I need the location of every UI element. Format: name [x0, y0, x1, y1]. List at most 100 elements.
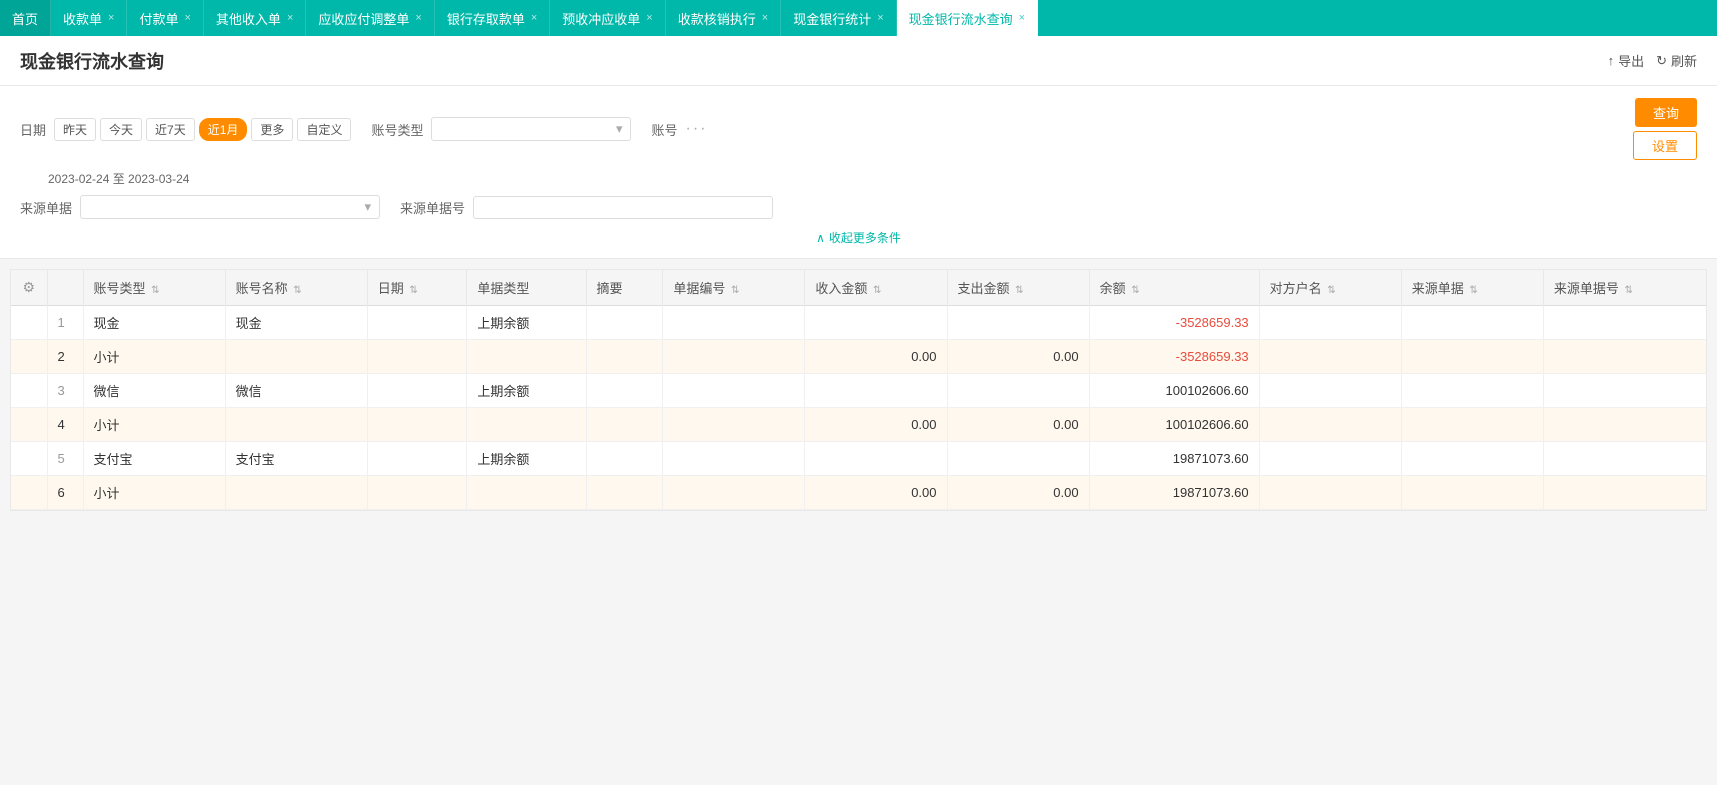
source-doc-no-input[interactable]	[473, 196, 773, 219]
data-table: ⚙ 账号类型 ⇅ 账号名称 ⇅ 日期 ⇅ 单据类型	[11, 270, 1706, 510]
close-icon[interactable]: ×	[762, 12, 768, 24]
nav-item-receipt[interactable]: 收款单×	[51, 0, 127, 36]
account-type-label: 账号类型	[371, 120, 423, 139]
row-balance: -3528659.33	[1089, 306, 1259, 340]
date-btn-custom[interactable]: 自定义	[297, 118, 351, 141]
row-doc-type: 上期余额	[467, 442, 586, 476]
table-row: 2 小计 0.00 0.00 -3528659.33	[11, 340, 1706, 374]
row-counterpart	[1259, 306, 1401, 340]
close-icon[interactable]: ×	[415, 12, 421, 24]
nav-item-collect-exec[interactable]: 收款核销执行×	[666, 0, 781, 36]
table-body: 1 现金 现金 上期余额 -3528659.33 2 小计 0.00 0.00 …	[11, 306, 1706, 510]
row-gear	[11, 476, 47, 510]
nav-item-cash-bank-stat[interactable]: 现金银行统计×	[781, 0, 896, 36]
th-summary-label: 摘要	[597, 281, 623, 296]
sort-icon-income: ⇅	[873, 285, 881, 296]
row-summary	[586, 408, 663, 442]
export-button[interactable]: ↑ 导出	[1608, 51, 1645, 70]
th-expense[interactable]: 支出金额 ⇅	[947, 270, 1089, 306]
table-row: 4 小计 0.00 0.00 100102606.60	[11, 408, 1706, 442]
settings-button[interactable]: 设置	[1633, 131, 1697, 160]
date-btn-yesterday[interactable]: 昨天	[54, 118, 96, 141]
header-actions: ↑ 导出 ↻ 刷新	[1608, 51, 1697, 70]
row-summary	[586, 306, 663, 340]
chevron-down-icon2: ▾	[364, 199, 371, 215]
nav-item-prepay-offset[interactable]: 预收冲应收单×	[550, 0, 665, 36]
row-account-type: 小计	[83, 340, 225, 374]
source-doc-select[interactable]: ▾	[80, 195, 380, 219]
close-icon[interactable]: ×	[1019, 12, 1025, 24]
date-range-display: 2023-02-24 至 2023-03-24	[48, 172, 189, 186]
th-counterpart[interactable]: 对方户名 ⇅	[1259, 270, 1401, 306]
row-counterpart	[1259, 340, 1401, 374]
filter-row-1: 日期 昨天 今天 近7天 近1月 更多 自定义 账号类型 ▾ 账号 ···	[20, 98, 1697, 160]
account-type-select[interactable]: ▾	[431, 117, 631, 141]
th-income[interactable]: 收入金额 ⇅	[805, 270, 947, 306]
row-source-doc	[1401, 306, 1543, 340]
row-account-type: 小计	[83, 476, 225, 510]
nav-item-home[interactable]: 首页	[0, 0, 51, 36]
account-type-filter-group: 账号类型 ▾	[371, 117, 631, 141]
row-counterpart	[1259, 408, 1401, 442]
date-btn-more[interactable]: 更多	[251, 118, 293, 141]
row-source-doc-no	[1543, 476, 1706, 510]
date-btn-today[interactable]: 今天	[100, 118, 142, 141]
page-header: 现金银行流水查询 ↑ 导出 ↻ 刷新	[0, 36, 1717, 86]
row-balance: 19871073.60	[1089, 442, 1259, 476]
nav-item-payable-adjust[interactable]: 应收应付调整单×	[306, 0, 434, 36]
th-doc-no[interactable]: 单据编号 ⇅	[663, 270, 805, 306]
date-label: 日期	[20, 120, 46, 139]
query-button[interactable]: 查询	[1635, 98, 1697, 127]
account-dots[interactable]: ···	[685, 120, 707, 138]
row-date	[367, 408, 467, 442]
close-icon[interactable]: ×	[531, 12, 537, 24]
row-account-name: 支付宝	[225, 442, 367, 476]
row-doc-no	[663, 408, 805, 442]
nav-item-other-income[interactable]: 其他收入单×	[204, 0, 306, 36]
th-source-doc[interactable]: 来源单据 ⇅	[1401, 270, 1543, 306]
sort-icon-account-type: ⇅	[151, 285, 159, 296]
row-doc-type: 上期余额	[467, 374, 586, 408]
th-balance[interactable]: 余额 ⇅	[1089, 270, 1259, 306]
close-icon[interactable]: ×	[646, 12, 652, 24]
th-doc-type: 单据类型	[467, 270, 586, 306]
date-btn-7days[interactable]: 近7天	[146, 118, 195, 141]
th-date-label: 日期	[378, 281, 404, 296]
th-date[interactable]: 日期 ⇅	[367, 270, 467, 306]
top-nav: 首页收款单×付款单×其他收入单×应收应付调整单×银行存取款单×预收冲应收单×收款…	[0, 0, 1717, 36]
account-filter-group: 账号 ···	[651, 120, 707, 139]
sort-icon-counterpart: ⇅	[1327, 285, 1335, 296]
collapse-bar[interactable]: ∧ 收起更多条件	[20, 229, 1697, 246]
refresh-button[interactable]: ↻ 刷新	[1656, 51, 1697, 70]
close-icon[interactable]: ×	[108, 12, 114, 24]
row-income: 0.00	[805, 408, 947, 442]
sort-icon-account-name: ⇅	[293, 285, 301, 296]
sort-icon-date: ⇅	[409, 285, 417, 296]
th-gear[interactable]: ⚙	[11, 270, 47, 306]
th-account-name[interactable]: 账号名称 ⇅	[225, 270, 367, 306]
nav-item-cash-bank-flow[interactable]: 现金银行流水查询×	[897, 0, 1038, 36]
source-doc-no-label: 来源单据号	[400, 198, 465, 217]
gear-icon: ⚙	[22, 279, 35, 295]
row-balance: 100102606.60	[1089, 374, 1259, 408]
date-btn-1month[interactable]: 近1月	[199, 118, 248, 141]
nav-item-bank-deposit[interactable]: 银行存取款单×	[435, 0, 550, 36]
th-account-type[interactable]: 账号类型 ⇅	[83, 270, 225, 306]
row-doc-no	[663, 340, 805, 374]
close-icon[interactable]: ×	[287, 12, 293, 24]
th-source-doc-no[interactable]: 来源单据号 ⇅	[1543, 270, 1706, 306]
nav-item-payment[interactable]: 付款单×	[127, 0, 203, 36]
row-date	[367, 340, 467, 374]
row-source-doc-no	[1543, 306, 1706, 340]
table-row: 6 小计 0.00 0.00 19871073.60	[11, 476, 1706, 510]
table-row: 3 微信 微信 上期余额 100102606.60	[11, 374, 1706, 408]
row-num: 1	[47, 306, 83, 340]
row-account-name: 现金	[225, 306, 367, 340]
refresh-label: 刷新	[1671, 51, 1697, 70]
sort-icon-source-doc-no: ⇅	[1624, 285, 1632, 296]
close-icon[interactable]: ×	[184, 12, 190, 24]
sort-icon-balance: ⇅	[1131, 285, 1139, 296]
row-balance: -3528659.33	[1089, 340, 1259, 374]
th-counterpart-label: 对方户名	[1270, 281, 1322, 296]
close-icon[interactable]: ×	[877, 12, 883, 24]
